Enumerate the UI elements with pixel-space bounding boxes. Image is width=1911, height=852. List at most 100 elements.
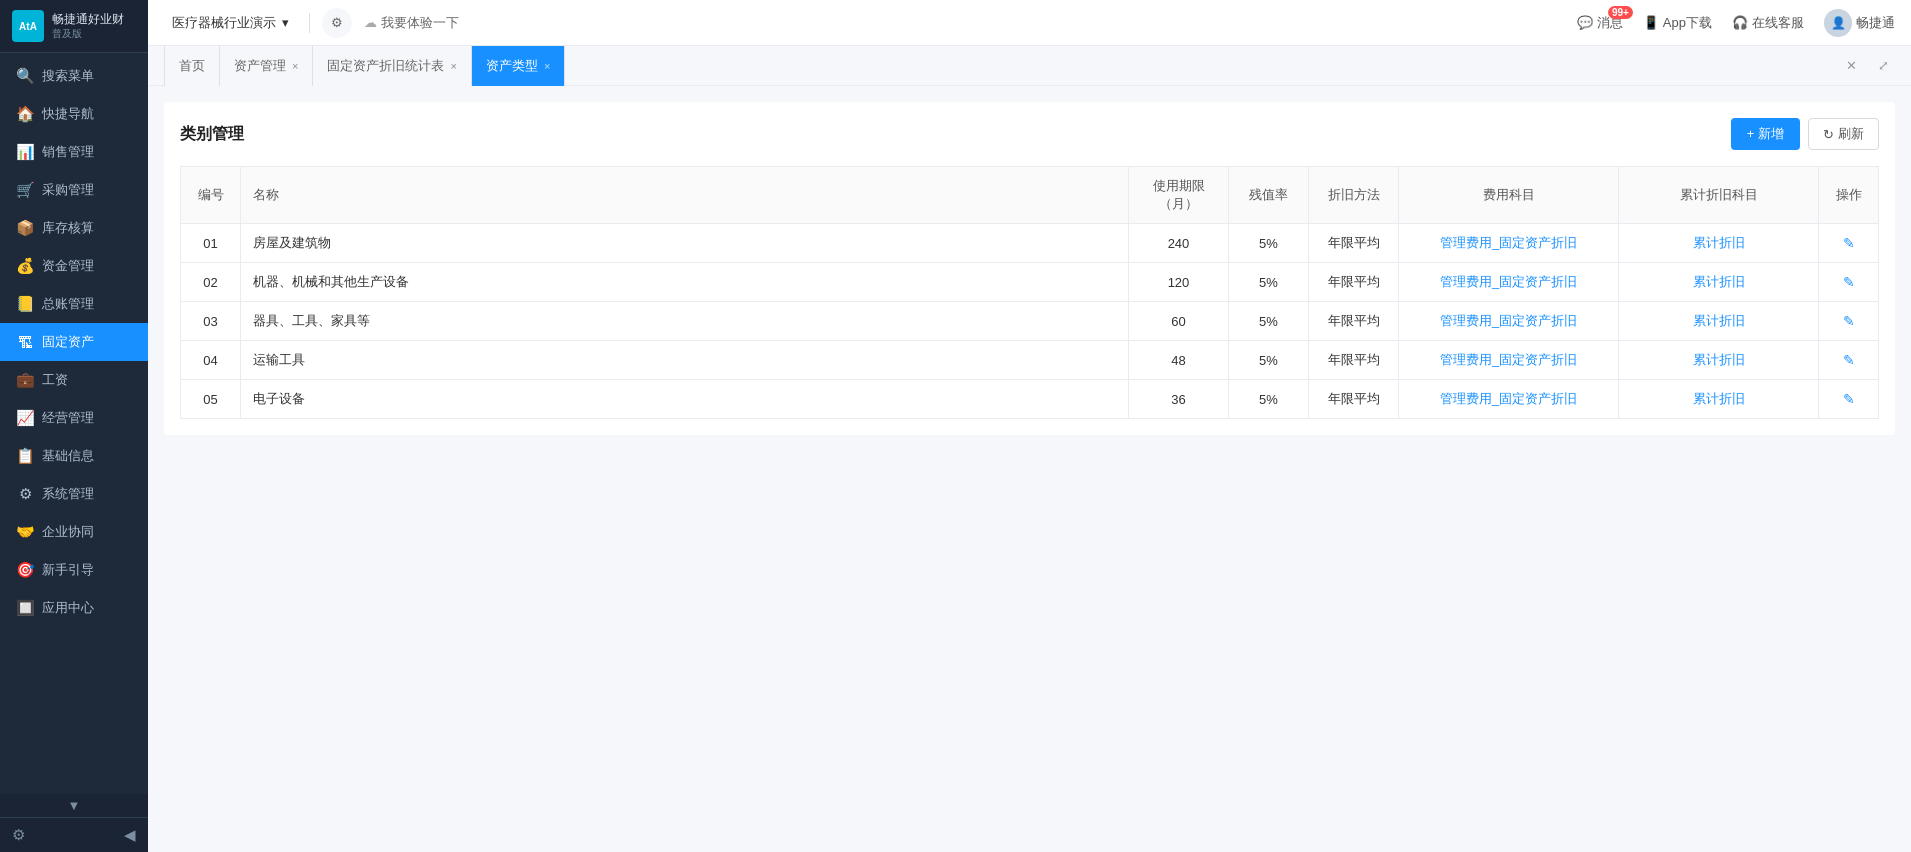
cell-code-3: 04 — [181, 341, 241, 380]
sidebar-item-sales[interactable]: 📊 销售管理 — [0, 133, 148, 171]
col-method: 折旧方法 — [1309, 167, 1399, 224]
table-header: 编号 名称 使用期限（月） 残值率 折旧方法 费用科目 累计折旧科目 操作 — [181, 167, 1879, 224]
message-badge: 99+ — [1608, 6, 1633, 19]
cell-residual-0: 5% — [1229, 224, 1309, 263]
table-row: 05 电子设备 36 5% 年限平均 管理费用_固定资产折旧 累计折旧 ✎ — [181, 380, 1879, 419]
dropdown-icon: ▾ — [282, 15, 289, 30]
table-row: 03 器具、工具、家具等 60 5% 年限平均 管理费用_固定资产折旧 累计折旧… — [181, 302, 1879, 341]
sidebar-item-search[interactable]: 🔍 搜索菜单 — [0, 57, 148, 95]
edit-button-4[interactable]: ✎ — [1843, 391, 1855, 407]
cell-period-4: 36 — [1129, 380, 1229, 419]
cell-accumulated-0: 累计折旧 — [1619, 224, 1819, 263]
logo-icon: AtA — [12, 10, 44, 42]
page-card: 类别管理 + 新增 ↻ 刷新 编号 名称 使用期限（月） 残值率 — [164, 102, 1895, 435]
settings-icon[interactable]: ⚙ — [12, 826, 25, 844]
add-button[interactable]: + 新增 — [1731, 118, 1800, 150]
edit-button-3[interactable]: ✎ — [1843, 352, 1855, 368]
sidebar-item-guide[interactable]: 🎯 新手引导 — [0, 551, 148, 589]
online-service-label: 在线客服 — [1752, 14, 1804, 32]
col-accumulated: 累计折旧科目 — [1619, 167, 1819, 224]
tab-home-label: 首页 — [179, 57, 205, 75]
sidebar-item-label-salary: 工资 — [42, 371, 68, 389]
sidebar-item-basic-info[interactable]: 📋 基础信息 — [0, 437, 148, 475]
app-logo: AtA 畅捷通好业财 普及版 — [0, 0, 148, 53]
cell-residual-3: 5% — [1229, 341, 1309, 380]
experience-button[interactable]: ☁ 我要体验一下 — [364, 14, 459, 32]
settings-button[interactable]: ⚙ — [322, 8, 352, 38]
user-profile[interactable]: 👤 畅捷通 — [1824, 9, 1895, 37]
sidebar-bottom: ⚙ ◀ — [0, 817, 148, 852]
salary-icon: 💼 — [16, 371, 34, 389]
cell-expense-1: 管理费用_固定资产折旧 — [1399, 263, 1619, 302]
sidebar-item-label-search: 搜索菜单 — [42, 67, 94, 85]
col-expense: 费用科目 — [1399, 167, 1619, 224]
message-icon: 💬 — [1577, 15, 1593, 30]
cell-name-2: 器具、工具、家具等 — [241, 302, 1129, 341]
sidebar-item-salary[interactable]: 💼 工资 — [0, 361, 148, 399]
window-close-btn[interactable]: ✕ — [1839, 54, 1863, 78]
col-action: 操作 — [1819, 167, 1879, 224]
app-download-label: App下载 — [1663, 14, 1712, 32]
collapse-icon[interactable]: ◀ — [124, 826, 136, 844]
topbar-divider — [309, 13, 310, 33]
app-download-button[interactable]: 📱 App下载 — [1643, 14, 1712, 32]
sidebar-item-purchase[interactable]: 🛒 采购管理 — [0, 171, 148, 209]
sidebar-item-quick-nav[interactable]: 🏠 快捷导航 — [0, 95, 148, 133]
tab-asset-type[interactable]: 资产类型 × — [472, 46, 565, 86]
purchase-icon: 🛒 — [16, 181, 34, 199]
sidebar-item-label-purchase: 采购管理 — [42, 181, 94, 199]
sidebar-item-enterprise[interactable]: 🤝 企业协同 — [0, 513, 148, 551]
online-service-button[interactable]: 🎧 在线客服 — [1732, 14, 1804, 32]
sidebar-item-label-capital: 资金管理 — [42, 257, 94, 275]
page-header: 类别管理 + 新增 ↻ 刷新 — [180, 118, 1879, 150]
tab-home[interactable]: 首页 — [164, 46, 220, 86]
tab-asset-type-close[interactable]: × — [544, 60, 550, 72]
sidebar-item-app-center[interactable]: 🔲 应用中心 — [0, 589, 148, 627]
system-icon: ⚙ — [16, 485, 34, 503]
main-content: 医疗器械行业演示 ▾ ⚙ ☁ 我要体验一下 💬 消息 99+ 📱 App下载 🎧… — [148, 0, 1911, 852]
table-row: 04 运输工具 48 5% 年限平均 管理费用_固定资产折旧 累计折旧 ✎ — [181, 341, 1879, 380]
cell-name-4: 电子设备 — [241, 380, 1129, 419]
sidebar-item-system[interactable]: ⚙ 系统管理 — [0, 475, 148, 513]
table-row: 01 房屋及建筑物 240 5% 年限平均 管理费用_固定资产折旧 累计折旧 ✎ — [181, 224, 1879, 263]
sidebar-item-ledger[interactable]: 📒 总账管理 — [0, 285, 148, 323]
col-name: 名称 — [241, 167, 1129, 224]
sidebar-item-label-fixed-asset: 固定资产 — [42, 333, 94, 351]
window-expand-btn[interactable]: ⤢ — [1871, 54, 1895, 78]
sidebar-item-label-sales: 销售管理 — [42, 143, 94, 161]
message-button[interactable]: 💬 消息 99+ — [1577, 14, 1623, 32]
tab-fixed-stat-close[interactable]: × — [450, 60, 456, 72]
edit-button-1[interactable]: ✎ — [1843, 274, 1855, 290]
tabs-bar: 首页 资产管理 × 固定资产折旧统计表 × 资产类型 × ✕ ⤢ — [148, 46, 1911, 86]
cell-method-0: 年限平均 — [1309, 224, 1399, 263]
sales-icon: 📊 — [16, 143, 34, 161]
sidebar-item-inventory[interactable]: 📦 库存核算 — [0, 209, 148, 247]
edit-button-0[interactable]: ✎ — [1843, 235, 1855, 251]
tab-asset-mgmt[interactable]: 资产管理 × — [220, 46, 313, 86]
sidebar-item-operation[interactable]: 📈 经营管理 — [0, 399, 148, 437]
cell-code-0: 01 — [181, 224, 241, 263]
tabs-window-controls: ✕ ⤢ — [1839, 54, 1895, 78]
cell-expense-3: 管理费用_固定资产折旧 — [1399, 341, 1619, 380]
col-period: 使用期限（月） — [1129, 167, 1229, 224]
refresh-label: 刷新 — [1838, 125, 1864, 143]
sidebar-item-fixed-asset[interactable]: 🏗 固定资产 — [0, 323, 148, 361]
tab-asset-mgmt-close[interactable]: × — [292, 60, 298, 72]
company-name: 医疗器械行业演示 — [172, 14, 276, 32]
cell-period-1: 120 — [1129, 263, 1229, 302]
company-selector[interactable]: 医疗器械行业演示 ▾ — [164, 10, 297, 36]
sidebar-item-capital[interactable]: 💰 资金管理 — [0, 247, 148, 285]
sidebar-item-label-guide: 新手引导 — [42, 561, 94, 579]
tab-fixed-stat[interactable]: 固定资产折旧统计表 × — [313, 46, 471, 86]
refresh-button[interactable]: ↻ 刷新 — [1808, 118, 1879, 150]
cell-action-0: ✎ — [1819, 224, 1879, 263]
cell-expense-4: 管理费用_固定资产折旧 — [1399, 380, 1619, 419]
sidebar-scroll-down[interactable]: ▼ — [0, 794, 148, 817]
table-row: 02 机器、机械和其他生产设备 120 5% 年限平均 管理费用_固定资产折旧 … — [181, 263, 1879, 302]
sidebar-item-label-app-center: 应用中心 — [42, 599, 94, 617]
cell-name-1: 机器、机械和其他生产设备 — [241, 263, 1129, 302]
cell-expense-2: 管理费用_固定资产折旧 — [1399, 302, 1619, 341]
edit-button-2[interactable]: ✎ — [1843, 313, 1855, 329]
cell-residual-1: 5% — [1229, 263, 1309, 302]
cell-expense-0: 管理费用_固定资产折旧 — [1399, 224, 1619, 263]
